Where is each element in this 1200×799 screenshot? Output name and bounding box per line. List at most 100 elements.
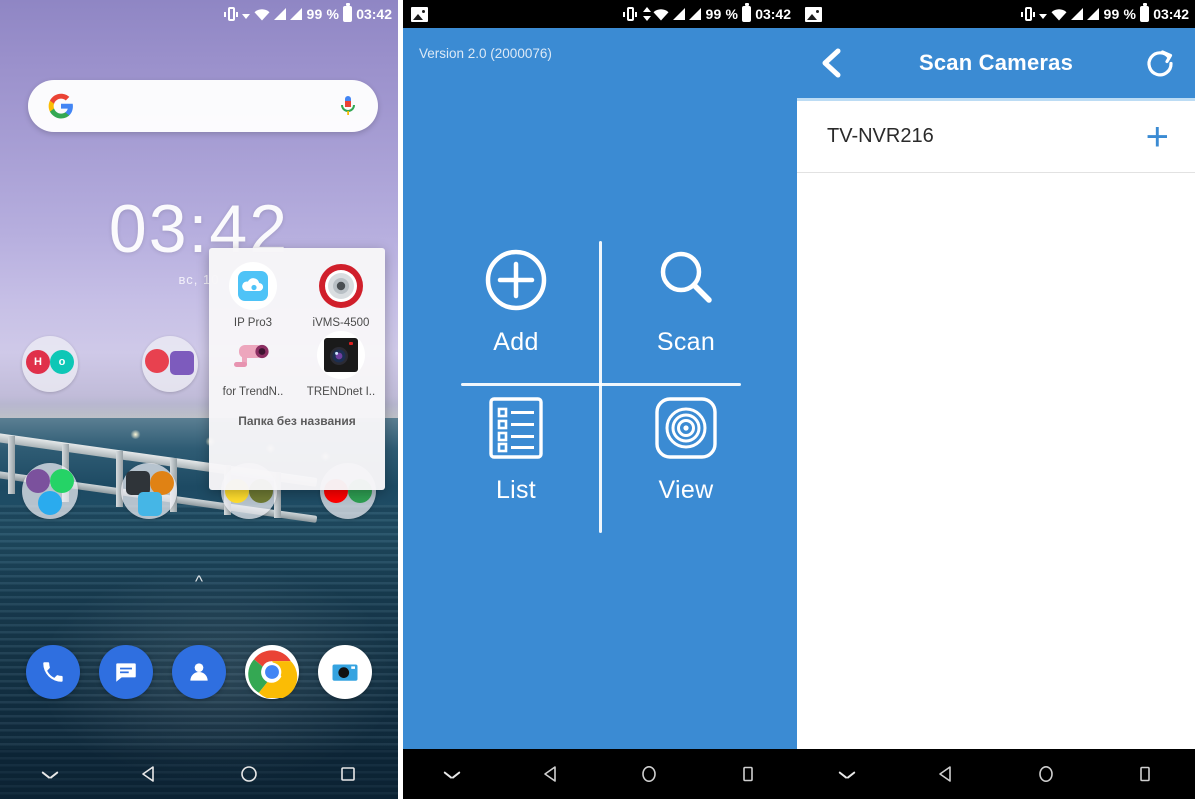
navigation-bar xyxy=(797,749,1195,799)
list-document-icon xyxy=(436,390,596,466)
scan-cameras-header: Scan Cameras xyxy=(797,28,1195,101)
menu-item-label: List xyxy=(495,476,537,504)
contacts-icon[interactable] xyxy=(171,645,226,699)
google-search-bar[interactable] xyxy=(28,80,378,132)
folder-app-label: IP Pro3 xyxy=(233,317,273,329)
folder-shopping-cluster[interactable] xyxy=(142,336,198,392)
home-button[interactable] xyxy=(1023,751,1069,797)
app-icon xyxy=(26,469,50,493)
grid-vertical-divider xyxy=(599,241,602,533)
back-button[interactable] xyxy=(528,751,574,797)
app-icon xyxy=(170,351,194,375)
trendnet-camera-icon xyxy=(229,331,277,379)
folder-popup[interactable]: IP Pro3 iVMS-4500 for TrendN.. TRENDnet … xyxy=(209,248,385,490)
status-bar-clock: 03:42 xyxy=(356,6,392,22)
back-button[interactable] xyxy=(923,751,969,797)
recents-button[interactable] xyxy=(1122,751,1168,797)
wifi-icon xyxy=(254,8,270,21)
phone-panel-app-menu: 99 % 03:42 Version 2.0 (2000076) Add Sca… xyxy=(403,0,797,799)
table-row[interactable]: TV-NVR216 + xyxy=(797,101,1195,173)
battery-percent: 99 % xyxy=(1103,6,1137,22)
phone-panel-home-screen: 99 % 03:42 03:42 вс, 10 H o ^ IP Pro3 iV… xyxy=(0,0,398,799)
navigation-bar xyxy=(0,749,398,799)
page-title: Scan Cameras xyxy=(918,50,1074,75)
recents-button[interactable] xyxy=(325,751,371,797)
ip-pro3-cloud-icon xyxy=(229,262,277,310)
messages-icon[interactable] xyxy=(98,645,153,699)
status-bar: 99 % 03:42 xyxy=(797,0,1195,28)
folder-app-label: for TrendN.. xyxy=(222,386,284,398)
folder-hotels-cluster[interactable]: H o xyxy=(22,336,78,392)
signal-icon xyxy=(673,8,686,20)
plus-circle-icon xyxy=(436,242,596,318)
plus-icon[interactable]: + xyxy=(1146,117,1169,157)
app-drawer-handle[interactable]: ^ xyxy=(0,572,398,592)
signal-icon xyxy=(689,8,702,20)
app-icon xyxy=(50,469,74,493)
status-bar-system-icons: 99 % 03:42 xyxy=(1021,3,1189,22)
dropdown-icon xyxy=(242,13,251,19)
status-bar-system-icons: 99 % 03:42 xyxy=(224,3,392,22)
back-button[interactable] xyxy=(126,751,172,797)
hide-chevron-icon[interactable] xyxy=(824,751,870,797)
image-notification-icon xyxy=(805,6,822,22)
refresh-icon[interactable] xyxy=(1141,44,1179,82)
folder-app-for-trendnet[interactable]: for TrendN.. xyxy=(209,331,297,398)
vibrate-icon xyxy=(1021,6,1036,22)
signal-icon xyxy=(274,8,287,20)
status-bar-notifications xyxy=(411,6,623,22)
data-transfer-icon xyxy=(641,7,652,21)
camera-icon[interactable] xyxy=(318,645,373,699)
vibrate-icon xyxy=(224,6,239,22)
menu-item-view[interactable]: View xyxy=(606,390,766,505)
signal-icon xyxy=(1087,8,1100,20)
menu-item-label: View xyxy=(658,476,714,504)
signal-icon xyxy=(290,8,303,20)
folder-app-ivms-4500[interactable]: iVMS-4500 xyxy=(297,262,385,329)
battery-icon xyxy=(1140,3,1150,22)
battery-icon xyxy=(742,3,752,22)
folder-popup-grid: IP Pro3 iVMS-4500 for TrendN.. TRENDnet … xyxy=(209,262,385,398)
app-icon xyxy=(145,349,169,373)
hide-chevron-icon[interactable] xyxy=(27,751,73,797)
recents-button[interactable] xyxy=(725,751,771,797)
camera-list: TV-NVR216 + xyxy=(797,101,1195,749)
status-bar: 99 % 03:42 xyxy=(403,0,797,28)
status-bar: 99 % 03:42 xyxy=(0,0,398,28)
status-bar-notifications xyxy=(805,6,1021,22)
phone-panel-scan-cameras: 99 % 03:42 Scan Cameras TV-NVR216 + xyxy=(797,0,1195,799)
battery-icon xyxy=(343,3,353,22)
back-chevron-icon[interactable] xyxy=(813,44,851,82)
menu-item-list[interactable]: List xyxy=(436,390,596,505)
hide-chevron-icon[interactable] xyxy=(429,751,475,797)
status-bar-clock: 03:42 xyxy=(1153,6,1189,22)
folder-app-trendnet-ip[interactable]: TRENDnet I.. xyxy=(297,331,385,398)
vibrate-icon xyxy=(623,6,638,22)
folder-popup-title[interactable]: Папка без названия xyxy=(209,414,385,428)
app-icon xyxy=(38,491,62,515)
menu-item-label: Add xyxy=(493,328,539,356)
status-bar-system-icons: 99 % 03:42 xyxy=(623,3,791,22)
home-button[interactable] xyxy=(226,751,272,797)
navigation-bar xyxy=(403,749,797,799)
app-icon: H xyxy=(26,350,50,374)
home-button[interactable] xyxy=(626,751,672,797)
app-icon xyxy=(138,492,163,516)
target-view-icon xyxy=(606,390,766,466)
menu-item-label: Scan xyxy=(656,328,716,356)
chrome-icon[interactable] xyxy=(245,645,300,699)
phone-icon[interactable] xyxy=(25,645,80,699)
ivms-4500-target-icon xyxy=(317,262,365,310)
trendnet-lens-icon xyxy=(317,331,365,379)
folder-tools[interactable] xyxy=(121,463,178,519)
folder-app-ip-pro3[interactable]: IP Pro3 xyxy=(209,262,297,329)
app-version-label: Version 2.0 (2000076) xyxy=(419,46,552,61)
menu-item-add[interactable]: Add xyxy=(436,242,596,357)
home-dock xyxy=(0,645,398,699)
google-g-logo xyxy=(48,93,74,119)
folder-messengers[interactable] xyxy=(22,463,78,519)
battery-percent: 99 % xyxy=(306,6,340,22)
status-bar-clock: 03:42 xyxy=(755,6,791,22)
menu-item-scan[interactable]: Scan xyxy=(606,242,766,357)
microphone-icon[interactable] xyxy=(338,93,358,119)
